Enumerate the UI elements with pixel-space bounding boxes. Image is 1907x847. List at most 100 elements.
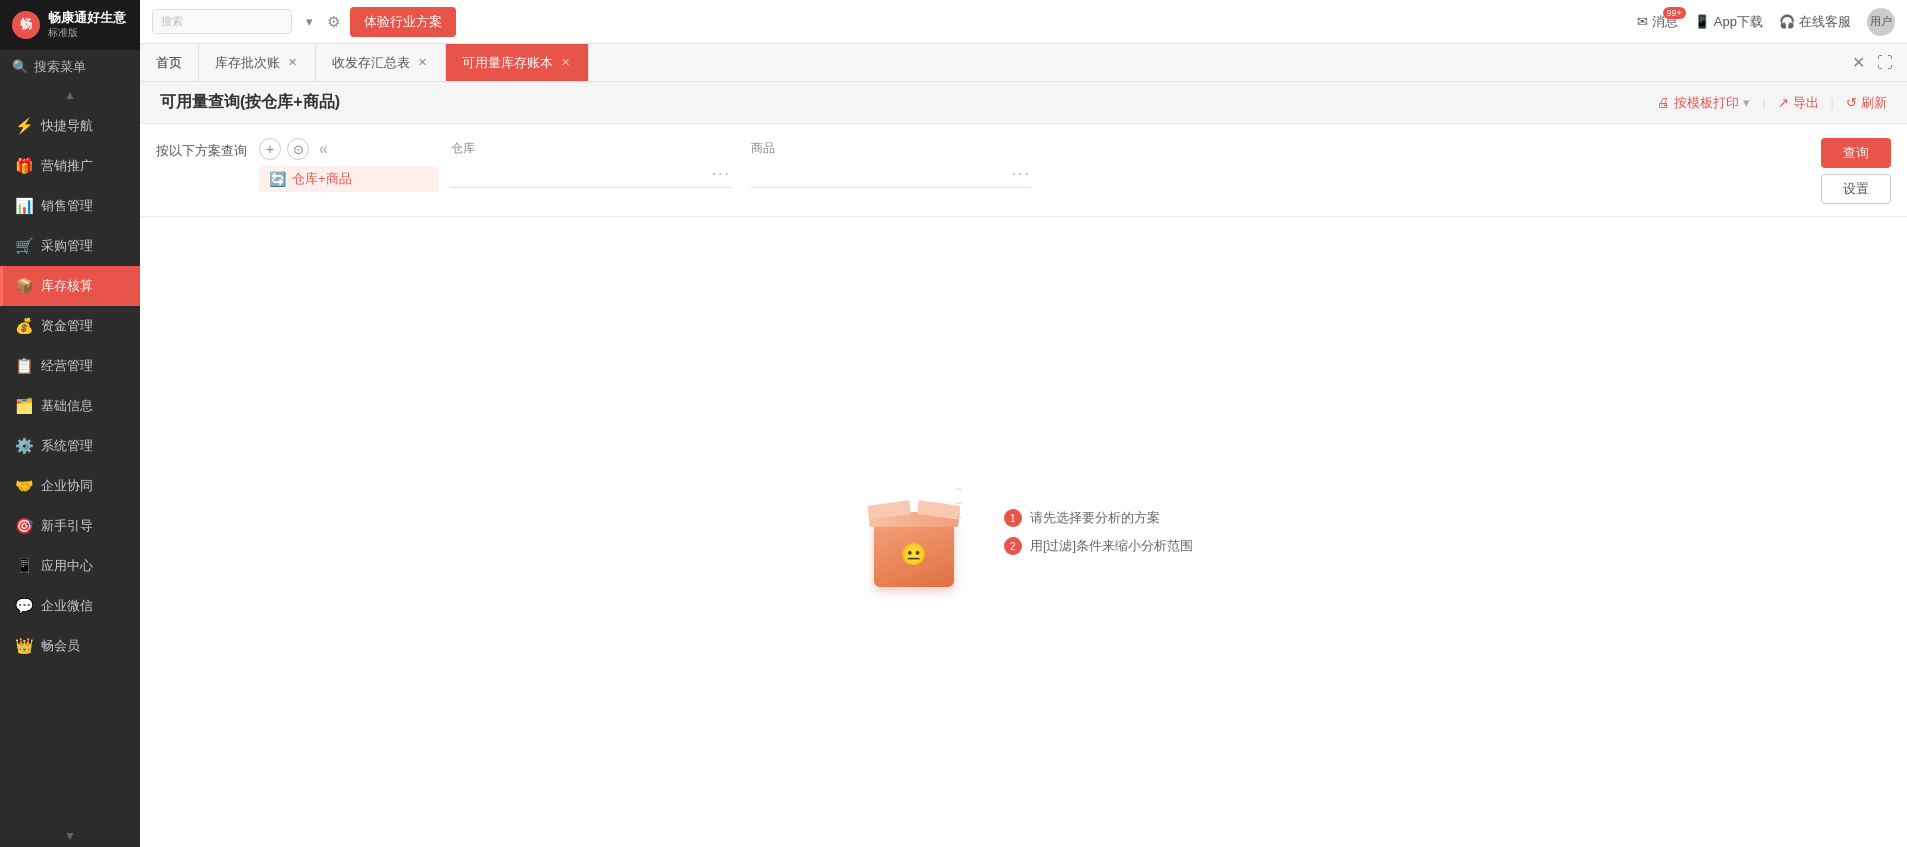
step-2-number: 2	[1004, 537, 1022, 555]
sidebar-search[interactable]: 🔍 搜索菜单	[0, 50, 140, 84]
close-all-tabs-button[interactable]: ✕	[1848, 49, 1869, 76]
page-title: 可用量查询(按仓库+商品)	[160, 92, 340, 113]
inventory-icon: 📦	[15, 277, 33, 295]
sidebar-label-sales: 销售管理	[41, 197, 93, 215]
tab-collect-summary-close[interactable]: ✕	[416, 54, 429, 71]
sidebar-scroll-up[interactable]: ▲	[0, 84, 140, 106]
filter-scheme-actions: + ⊙ «	[259, 136, 439, 162]
refresh-button[interactable]: ↺ 刷新	[1846, 94, 1887, 112]
app-logo: 畅	[12, 11, 40, 39]
sidebar-label-member: 畅会员	[41, 637, 80, 655]
sidebar-label-marketing: 营销推广	[41, 157, 93, 175]
enterprise-icon: 🤝	[15, 477, 33, 495]
tab-batch-account-label: 库存批次账	[215, 54, 280, 72]
settings-icon[interactable]: ⚙	[327, 13, 340, 31]
tab-home[interactable]: 首页	[140, 44, 199, 81]
query-button[interactable]: 查询	[1821, 138, 1891, 168]
sidebar-label-system: 系统管理	[41, 437, 93, 455]
tab-available-ledger[interactable]: 可用量库存账本 ✕	[446, 44, 589, 81]
sidebar-label-operation: 经营管理	[41, 357, 93, 375]
collapse-button[interactable]: «	[315, 136, 332, 162]
sidebar-item-system[interactable]: ⚙️ 系统管理	[0, 426, 140, 466]
export-label: 导出	[1793, 94, 1819, 112]
message-icon: ✉	[1637, 14, 1648, 29]
export-button[interactable]: ↗ 导出	[1778, 94, 1819, 112]
online-service-button[interactable]: 🎧 在线客服	[1779, 13, 1851, 31]
sidebar-item-wechat[interactable]: 💬 企业微信	[0, 586, 140, 626]
sidebar-label-purchase: 采购管理	[41, 237, 93, 255]
warehouse-input[interactable]: ···	[451, 161, 731, 188]
goods-more-button[interactable]: ···	[1012, 165, 1031, 183]
message-badge: 99+	[1663, 7, 1686, 19]
scheme-settings-button[interactable]: ⊙	[287, 138, 309, 160]
dropdown-icon[interactable]: ▾	[302, 14, 317, 29]
sidebar-label-enterprise: 企业协同	[41, 477, 93, 495]
filter-area: 按以下方案查询 + ⊙ « 🔄 仓库+商品 仓库 ···	[140, 124, 1907, 217]
filter-schemes: + ⊙ « 🔄 仓库+商品	[259, 136, 439, 192]
sidebar-scroll-down[interactable]: ▼	[0, 825, 140, 847]
warehouse-label: 仓库	[451, 140, 731, 157]
sidebar-item-enterprise[interactable]: 🤝 企业协同	[0, 466, 140, 506]
page-header: 可用量查询(按仓库+商品) 🖨 按模板打印 ▾ | ↗ 导出 | ↺ 刷新	[140, 82, 1907, 124]
sidebar-item-basic-info[interactable]: 🗂️ 基础信息	[0, 386, 140, 426]
user-avatar[interactable]: 用户	[1867, 8, 1895, 36]
goods-label: 商品	[751, 140, 1031, 157]
sidebar-item-operation[interactable]: 📋 经营管理	[0, 346, 140, 386]
warehouse-more-button[interactable]: ···	[712, 165, 731, 183]
sidebar-item-finance[interactable]: 💰 资金管理	[0, 306, 140, 346]
topbar-search[interactable]: 搜索	[152, 9, 292, 34]
sidebar-label-app-center: 应用中心	[41, 557, 93, 575]
tab-batch-account-close[interactable]: ✕	[286, 54, 299, 71]
empty-text: 1 请先选择要分析的方案 2 用[过滤]条件来缩小分析范围	[1004, 509, 1193, 555]
template-print-button[interactable]: 🖨 按模板打印 ▾	[1657, 94, 1750, 112]
sidebar-item-sales[interactable]: 📊 销售管理	[0, 186, 140, 226]
add-scheme-button[interactable]: +	[259, 138, 281, 160]
tab-home-label: 首页	[156, 54, 182, 72]
sales-icon: 📊	[15, 197, 33, 215]
sidebar-item-marketing[interactable]: 🎁 营销推广	[0, 146, 140, 186]
search-icon: 🔍	[12, 59, 28, 74]
app-subtitle: 标准版	[48, 26, 126, 40]
sidebar-item-newbie[interactable]: 🎯 新手引导	[0, 506, 140, 546]
step-1-number: 1	[1004, 509, 1022, 527]
wechat-icon: 💬	[15, 597, 33, 615]
refresh-label: 刷新	[1861, 94, 1887, 112]
sidebar-label-newbie: 新手引导	[41, 517, 93, 535]
tabbar: 首页 库存批次账 ✕ 收发存汇总表 ✕ 可用量库存账本 ✕ ✕ ⛶	[140, 44, 1907, 82]
step-2-text: 用[过滤]条件来缩小分析范围	[1030, 537, 1193, 555]
sidebar-label-quick-nav: 快捷导航	[41, 117, 93, 135]
app-download-button[interactable]: 📱 App下载	[1694, 13, 1763, 31]
sidebar-nav: ⚡ 快捷导航 🎁 营销推广 📊 销售管理 🛒 采购管理 📦 库存核算 💰 资金管…	[0, 106, 140, 825]
trial-button[interactable]: 体验行业方案	[350, 7, 456, 37]
goods-input[interactable]: ···	[751, 161, 1031, 188]
sidebar-item-quick-nav[interactable]: ⚡ 快捷导航	[0, 106, 140, 146]
sidebar-item-purchase[interactable]: 🛒 采购管理	[0, 226, 140, 266]
scheme-label: 仓库+商品	[292, 170, 352, 188]
filter-settings-button[interactable]: 设置	[1821, 174, 1891, 204]
sidebar-label-wechat: 企业微信	[41, 597, 93, 615]
operation-icon: 📋	[15, 357, 33, 375]
scheme-warehouse-goods[interactable]: 🔄 仓库+商品	[259, 166, 439, 192]
tab-collect-summary[interactable]: 收发存汇总表 ✕	[316, 44, 446, 81]
tab-available-ledger-close[interactable]: ✕	[559, 54, 572, 71]
app-download-label: App下载	[1714, 13, 1763, 31]
finance-icon: 💰	[15, 317, 33, 335]
empty-step-2: 2 用[过滤]条件来缩小分析范围	[1004, 537, 1193, 555]
topbar-search-text: 搜索	[161, 14, 183, 29]
tab-collect-summary-label: 收发存汇总表	[332, 54, 410, 72]
export-icon: ↗	[1778, 95, 1789, 110]
topbar-right: ✉ 消息 99+ 📱 App下载 🎧 在线客服 用户	[1637, 8, 1895, 36]
warehouse-field: 仓库 ···	[451, 140, 731, 188]
sidebar-item-member[interactable]: 👑 畅会员	[0, 626, 140, 666]
expand-window-button[interactable]: ⛶	[1873, 50, 1897, 76]
message-button[interactable]: ✉ 消息 99+	[1637, 13, 1678, 31]
main-area: 搜索 ▾ ⚙ 体验行业方案 ✉ 消息 99+ 📱 App下载 🎧 在线客服 用户	[140, 0, 1907, 847]
sidebar-item-app-center[interactable]: 📱 应用中心	[0, 546, 140, 586]
tab-batch-account[interactable]: 库存批次账 ✕	[199, 44, 316, 81]
quick-nav-icon: ⚡	[15, 117, 33, 135]
phone-icon: 📱	[1694, 14, 1710, 29]
purchase-icon: 🛒	[15, 237, 33, 255]
goods-field: 商品 ···	[751, 140, 1031, 188]
sidebar-item-inventory[interactable]: 📦 库存核算	[0, 266, 140, 306]
basic-info-icon: 🗂️	[15, 397, 33, 415]
